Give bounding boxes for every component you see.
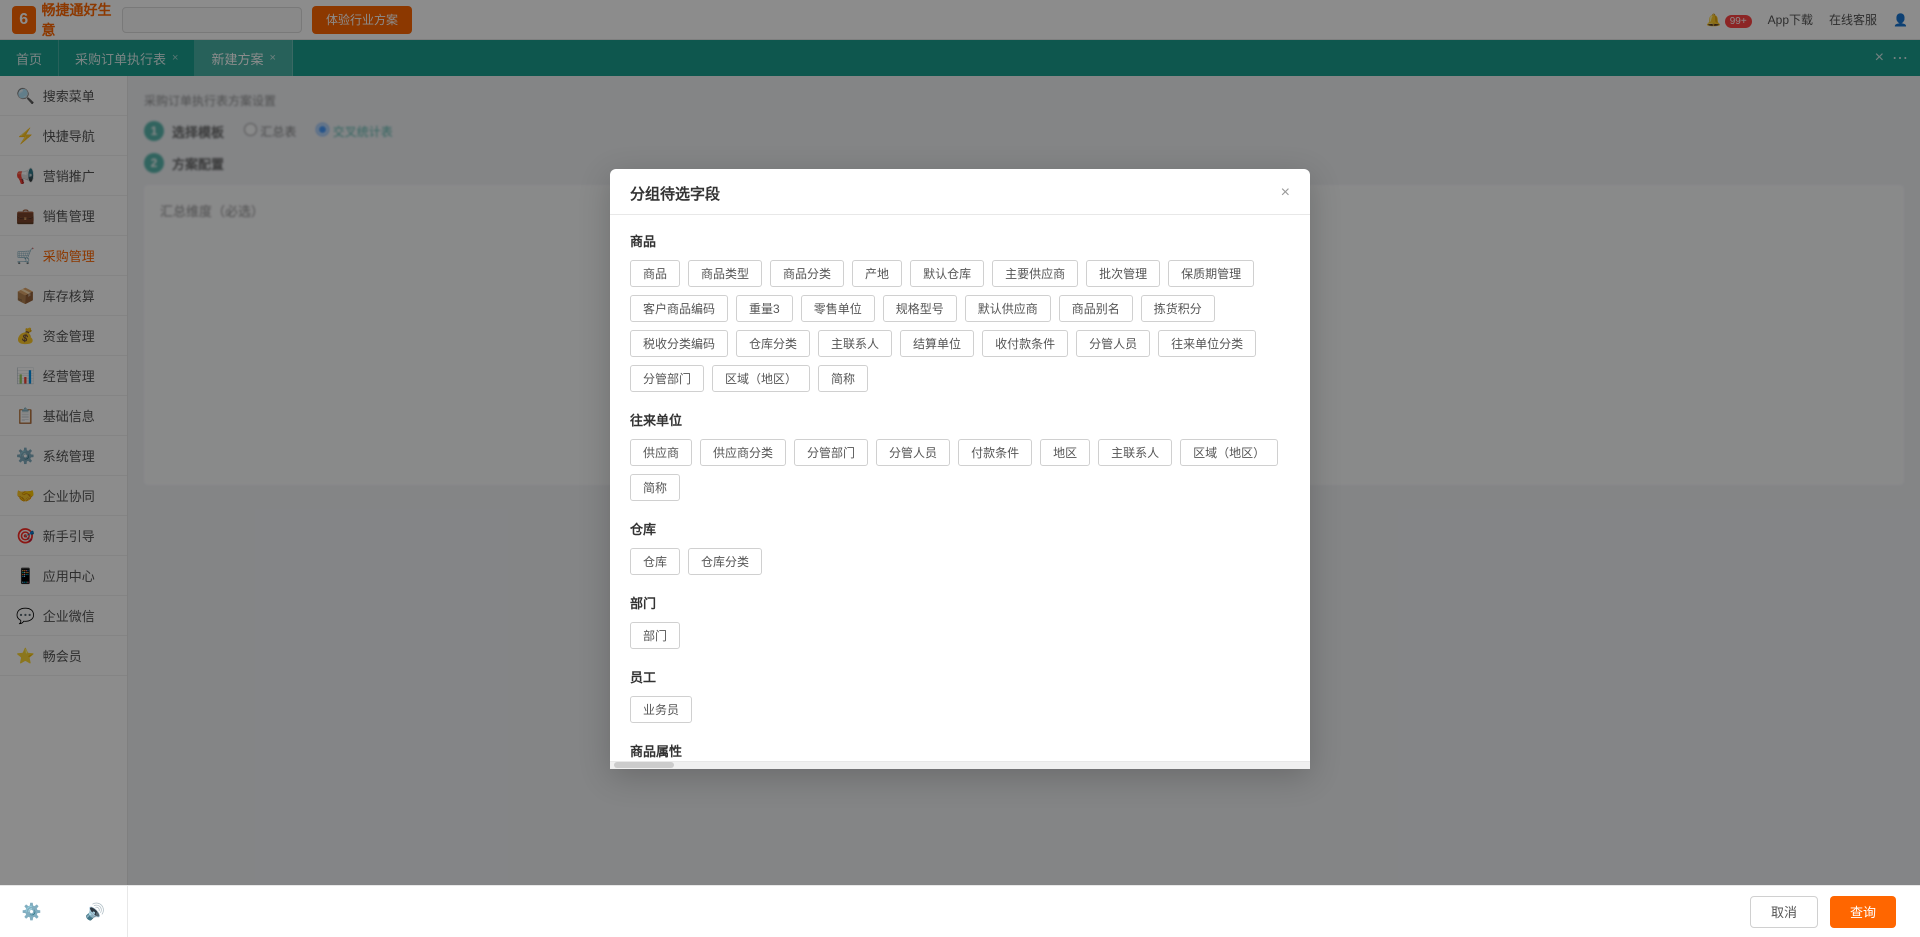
field-tag-partner-dept[interactable]: 分管部门 xyxy=(794,439,868,466)
field-tag-region[interactable]: 区域（地区） xyxy=(712,365,810,392)
field-tag-partner-area[interactable]: 区域（地区） xyxy=(1180,439,1278,466)
field-select-modal: 分组待选字段 × 商品 商品 商品类型 商品分类 产地 默认仓库 主要供应商 批… xyxy=(610,169,1310,769)
field-tag-dept[interactable]: 分管部门 xyxy=(630,365,704,392)
modal-header: 分组待选字段 × xyxy=(610,169,1310,215)
field-tag-department[interactable]: 部门 xyxy=(630,622,680,649)
field-tag-partner-region[interactable]: 地区 xyxy=(1040,439,1090,466)
section-product: 商品 商品 商品类型 商品分类 产地 默认仓库 主要供应商 批次管理 保质期管理… xyxy=(630,231,1290,392)
field-tag-product-type[interactable]: 商品类型 xyxy=(688,260,762,287)
field-tag-pick-points[interactable]: 拣货积分 xyxy=(1141,295,1215,322)
field-tag-product-category[interactable]: 商品分类 xyxy=(770,260,844,287)
section-employee-tags: 业务员 xyxy=(630,696,1290,723)
section-warehouse-title: 仓库 xyxy=(630,519,1290,538)
modal-close-btn[interactable]: × xyxy=(1281,184,1290,202)
field-tag-customer-code[interactable]: 客户商品编码 xyxy=(630,295,728,322)
field-tag-origin[interactable]: 产地 xyxy=(852,260,902,287)
section-partner-tags: 供应商 供应商分类 分管部门 分管人员 付款条件 地区 主联系人 区域（地区） … xyxy=(630,439,1290,501)
field-tag-retail-unit[interactable]: 零售单位 xyxy=(801,295,875,322)
field-tag-partner-category[interactable]: 往来单位分类 xyxy=(1158,330,1256,357)
cancel-button[interactable]: 取消 xyxy=(1750,896,1818,928)
field-tag-weight[interactable]: 重量3 xyxy=(736,295,793,322)
section-department: 部门 部门 xyxy=(630,593,1290,649)
field-tag-warehouse[interactable]: 仓库 xyxy=(630,548,680,575)
field-tag-warehouse-cat[interactable]: 仓库分类 xyxy=(688,548,762,575)
section-partner-title: 往来单位 xyxy=(630,410,1290,429)
section-product-attr-title: 商品属性 xyxy=(630,741,1290,760)
field-tag-salesperson[interactable]: 业务员 xyxy=(630,696,692,723)
field-tag-partner-payment-terms[interactable]: 付款条件 xyxy=(958,439,1032,466)
section-product-title: 商品 xyxy=(630,231,1290,250)
field-tag-main-supplier[interactable]: 主要供应商 xyxy=(992,260,1078,287)
field-tag-partner-contact[interactable]: 主联系人 xyxy=(1098,439,1172,466)
section-department-title: 部门 xyxy=(630,593,1290,612)
modal-overlay[interactable]: 分组待选字段 × 商品 商品 商品类型 商品分类 产地 默认仓库 主要供应商 批… xyxy=(0,0,1920,937)
modal-scroll-thumb[interactable] xyxy=(614,762,674,768)
section-department-tags: 部门 xyxy=(630,622,1290,649)
field-tag-default-warehouse[interactable]: 默认仓库 xyxy=(910,260,984,287)
field-tag-abbr[interactable]: 简称 xyxy=(818,365,868,392)
field-tag-batch-management[interactable]: 批次管理 xyxy=(1086,260,1160,287)
modal-horizontal-scrollbar[interactable] xyxy=(610,761,1310,769)
footer-bar: 取消 查询 xyxy=(0,885,1920,937)
field-tag-payment-terms[interactable]: 收付款条件 xyxy=(982,330,1068,357)
field-tag-supplier[interactable]: 供应商 xyxy=(630,439,692,466)
field-tag-shelf-life[interactable]: 保质期管理 xyxy=(1168,260,1254,287)
section-product-tags: 商品 商品类型 商品分类 产地 默认仓库 主要供应商 批次管理 保质期管理 客户… xyxy=(630,260,1290,392)
field-tag-product-alias[interactable]: 商品别名 xyxy=(1059,295,1133,322)
field-tag-spec-model[interactable]: 规格型号 xyxy=(883,295,957,322)
field-tag-settlement-unit[interactable]: 结算单位 xyxy=(900,330,974,357)
field-tag-partner-abbr[interactable]: 简称 xyxy=(630,474,680,501)
field-tag-partner-supervisor[interactable]: 分管人员 xyxy=(876,439,950,466)
field-tag-tax-code[interactable]: 税收分类编码 xyxy=(630,330,728,357)
field-tag-supplier-category[interactable]: 供应商分类 xyxy=(700,439,786,466)
field-tag-default-supplier[interactable]: 默认供应商 xyxy=(965,295,1051,322)
section-product-attr: 商品属性 属性 颜色 多规格 尺码 鞋码 1 xyxy=(630,741,1290,761)
sidebar-bottom-bar: ⚙️ 🔊 xyxy=(0,885,128,937)
section-warehouse: 仓库 仓库 仓库分类 xyxy=(630,519,1290,575)
section-partner: 往来单位 供应商 供应商分类 分管部门 分管人员 付款条件 地区 主联系人 区域… xyxy=(630,410,1290,501)
field-tag-main-contact[interactable]: 主联系人 xyxy=(818,330,892,357)
field-tag-supervisor[interactable]: 分管人员 xyxy=(1076,330,1150,357)
section-employee: 员工 业务员 xyxy=(630,667,1290,723)
sidebar-audio-icon[interactable]: 🔊 xyxy=(85,902,105,922)
modal-title: 分组待选字段 xyxy=(630,183,720,204)
sidebar-settings-icon[interactable]: ⚙️ xyxy=(22,902,42,922)
confirm-button[interactable]: 查询 xyxy=(1830,896,1896,928)
field-tag-product[interactable]: 商品 xyxy=(630,260,680,287)
section-warehouse-tags: 仓库 仓库分类 xyxy=(630,548,1290,575)
modal-body: 商品 商品 商品类型 商品分类 产地 默认仓库 主要供应商 批次管理 保质期管理… xyxy=(610,215,1310,761)
section-employee-title: 员工 xyxy=(630,667,1290,686)
field-tag-warehouse-category[interactable]: 仓库分类 xyxy=(736,330,810,357)
